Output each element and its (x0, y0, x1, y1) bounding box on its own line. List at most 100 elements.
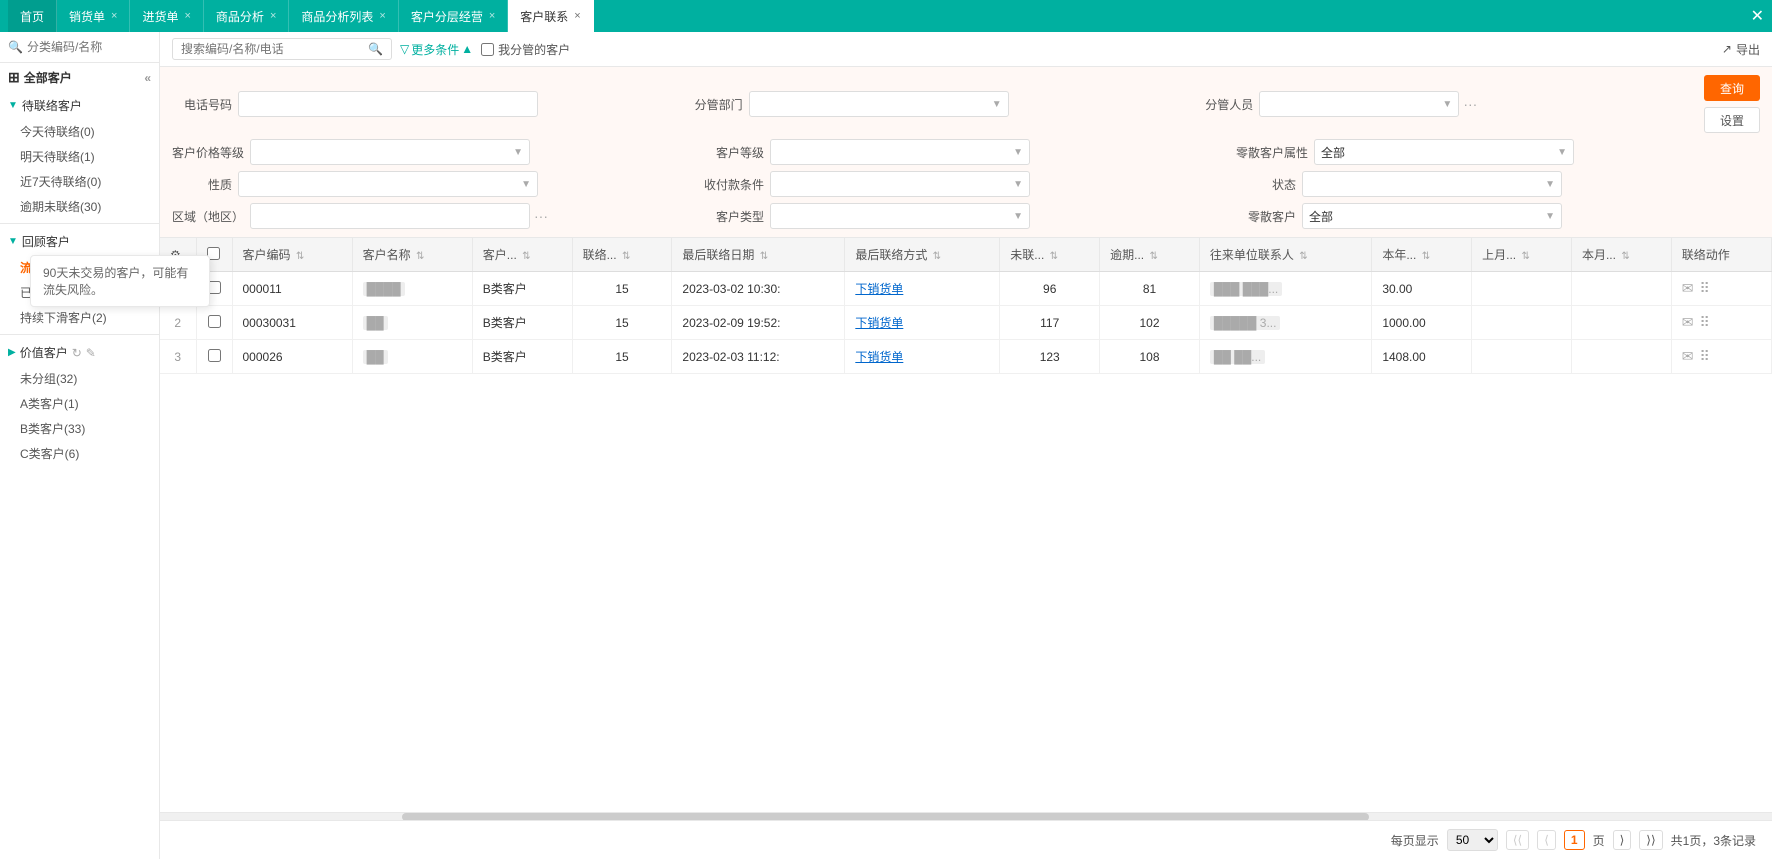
close-customer-contact-tab[interactable]: × (574, 10, 580, 22)
row-code-2: 00030031 (232, 306, 352, 340)
sidebar-group-review-title[interactable]: ▼ 回顾客户 (0, 228, 159, 255)
region-more-icon[interactable]: ··· (534, 208, 548, 224)
col-contact-num[interactable]: 联络... ⇅ (572, 238, 672, 272)
next-page-btn[interactable]: ⟩ (1613, 830, 1632, 850)
contact-icon-3[interactable]: ✉ (1682, 348, 1694, 365)
last-page-btn[interactable]: ⟩⟩ (1639, 830, 1662, 850)
col-overdue[interactable]: 逾期... ⇅ (1100, 238, 1200, 272)
row-checkbox-2[interactable] (196, 306, 232, 340)
row-name-1: ████ (352, 272, 472, 306)
person-more-icon[interactable]: ··· (1463, 96, 1477, 112)
total-info: 共1页，3条记录 (1671, 832, 1756, 849)
col-unlisted[interactable]: 未联... ⇅ (1000, 238, 1100, 272)
customer-level-select[interactable]: ▼ (770, 139, 1030, 165)
more-action-icon-3[interactable]: ⠿ (1700, 348, 1710, 365)
adv-row-1: 电话号码 分管部门 ▼ 分管人员 ▼ ··· 查询 (172, 75, 1760, 133)
col-last-method[interactable]: 最后联络方式 ⇅ (845, 238, 1000, 272)
col-type[interactable]: 客户... ⇅ (472, 238, 572, 272)
row-last-method-3[interactable]: 下销货单 (845, 340, 1000, 374)
sidebar-search-box[interactable]: 🔍 (0, 32, 159, 63)
col-last-month-amt[interactable]: 上月... ⇅ (1472, 238, 1572, 272)
nav-tab-analysis[interactable]: 商品分析 × (204, 0, 289, 32)
sidebar-item-declining[interactable]: 持续下滑客户(2) (0, 305, 159, 330)
more-action-icon-2[interactable]: ⠿ (1700, 314, 1710, 331)
row-unlisted-2: 117 (1000, 306, 1100, 340)
col-year-amt[interactable]: 本年... ⇅ (1372, 238, 1472, 272)
dept-select[interactable]: ▼ (749, 91, 1009, 117)
first-page-btn[interactable]: ⟨⟨ (1506, 830, 1529, 850)
close-customer-layer-tab[interactable]: × (489, 10, 495, 22)
status-select[interactable]: ▼ (1302, 171, 1562, 197)
sidebar-item-class-b[interactable]: B类客户(33) (0, 416, 159, 441)
sidebar-item-class-a[interactable]: A类客户(1) (0, 391, 159, 416)
sidebar-group-pending-title[interactable]: ▼ 待联络客户 (0, 92, 159, 119)
close-analysis-tab[interactable]: × (270, 10, 276, 22)
nav-tab-customer-layer[interactable]: 客户分层经营 × (399, 0, 508, 32)
sidebar-search-icon[interactable]: 🔍 (8, 40, 23, 54)
nav-tab-purchase[interactable]: 进货单 × (130, 0, 203, 32)
my-customers-checkbox-label[interactable]: 我分管的客户 (481, 41, 570, 58)
payment-select[interactable]: ▼ (770, 171, 1030, 197)
close-analysis-list-tab[interactable]: × (379, 10, 385, 22)
region-select[interactable] (250, 203, 530, 229)
phone-input[interactable] (238, 91, 538, 117)
type-sort-icon: ⇅ (522, 251, 530, 262)
filter-search-container[interactable]: 🔍 (172, 38, 392, 60)
nav-tab-customer-contact[interactable]: 客户联系 × (508, 0, 593, 32)
sidebar-search-input[interactable] (27, 40, 160, 54)
my-customers-checkbox[interactable] (481, 43, 494, 56)
sidebar-item-overdue-contact[interactable]: 逾期未联络(30) (0, 194, 159, 219)
col-code[interactable]: 客户编码 ⇅ (232, 238, 352, 272)
window-close-icon[interactable]: ✕ (1751, 6, 1764, 26)
row-select-3[interactable] (208, 349, 221, 362)
setting-button[interactable]: 设置 (1704, 107, 1760, 133)
person-select[interactable]: ▼ (1259, 91, 1459, 117)
home-tab-label: 首页 (20, 8, 44, 25)
row-select-2[interactable] (208, 315, 221, 328)
sidebar-item-class-c[interactable]: C类客户(6) (0, 441, 159, 466)
row-checkbox-3[interactable] (196, 340, 232, 374)
per-page-select[interactable]: 50 100 (1447, 829, 1498, 851)
more-conditions-btn[interactable]: ▽ 更多条件 ▲ (400, 41, 473, 58)
nav-tab-analysis-list[interactable]: 商品分析列表 × (289, 0, 398, 32)
horizontal-scrollbar[interactable] (160, 812, 1772, 820)
close-sales-tab[interactable]: × (111, 10, 117, 22)
contact-icon-1[interactable]: ✉ (1682, 280, 1694, 297)
prev-page-btn[interactable]: ⟨ (1537, 830, 1556, 850)
col-this-month-amt[interactable]: 本月... ⇅ (1571, 238, 1671, 272)
sidebar-group-value-title[interactable]: ▶ 价值客户 ↻ ✎ (0, 339, 159, 366)
row-last-method-1[interactable]: 下销货单 (845, 272, 1000, 306)
col-name[interactable]: 客户名称 ⇅ (352, 238, 472, 272)
query-button[interactable]: 查询 (1704, 75, 1760, 101)
table-row: 3 000026 ██ B类客户 15 2023-02-03 11:12: 下销… (160, 340, 1772, 374)
refresh-icon[interactable]: ↻ (72, 346, 82, 360)
zero-attr-select[interactable]: 全部 ▼ (1314, 139, 1574, 165)
price-level-select[interactable]: ▼ (250, 139, 530, 165)
row-unlisted-3: 123 (1000, 340, 1100, 374)
col-actions: 联络动作 (1671, 238, 1771, 272)
filter-search-icon[interactable]: 🔍 (368, 42, 383, 56)
close-purchase-tab[interactable]: × (184, 10, 190, 22)
row-last-method-2[interactable]: 下销货单 (845, 306, 1000, 340)
contact-icon-2[interactable]: ✉ (1682, 314, 1694, 331)
more-action-icon-1[interactable]: ⠿ (1700, 280, 1710, 297)
col-person[interactable]: 往来单位联系人 ⇅ (1199, 238, 1371, 272)
collapse-icon[interactable]: « (144, 71, 151, 85)
grid-icon: ⊞ (8, 69, 20, 86)
sidebar-root[interactable]: ⊞ 全部客户 « (0, 63, 159, 92)
filter-search-input[interactable] (181, 42, 364, 56)
sidebar-item-7days[interactable]: 近7天待联络(0) (0, 169, 159, 194)
export-btn[interactable]: ↗ 导出 (1722, 41, 1760, 58)
nav-tab-sales[interactable]: 销货单 × (57, 0, 130, 32)
edit-icon[interactable]: ✎ (86, 346, 96, 360)
sidebar-item-tomorrow[interactable]: 明天待联络(1) (0, 144, 159, 169)
customer-type-select[interactable]: ▼ (770, 203, 1030, 229)
row-last-month-1 (1472, 272, 1572, 306)
row-person-1: ███ ███... (1199, 272, 1371, 306)
sidebar-item-today[interactable]: 今天待联络(0) (0, 119, 159, 144)
sidebar-item-ungrouped[interactable]: 未分组(32) (0, 366, 159, 391)
nav-tab-home[interactable]: 首页 (8, 0, 57, 32)
zero-customer-select[interactable]: 全部 ▼ (1302, 203, 1562, 229)
col-last-date[interactable]: 最后联络日期 ⇅ (672, 238, 845, 272)
gender-select[interactable]: ▼ (238, 171, 538, 197)
